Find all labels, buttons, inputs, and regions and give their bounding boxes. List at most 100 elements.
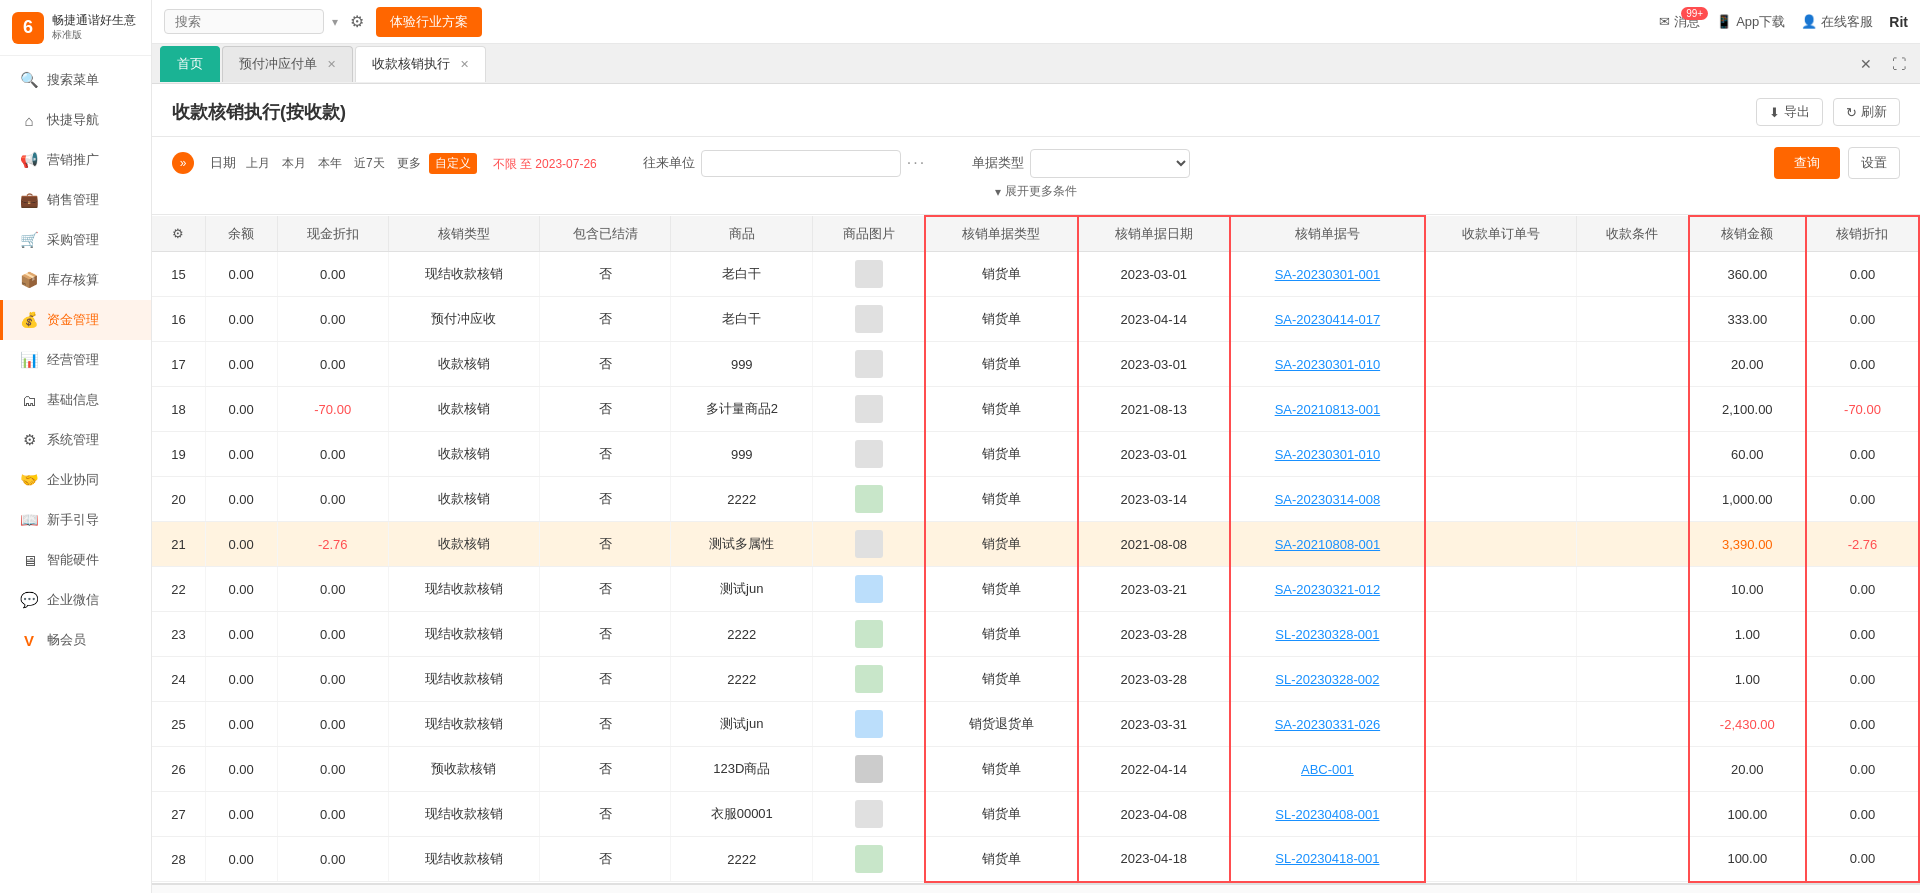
table-row: 17 0.00 0.00 收款核销 否 999 销货单 2023-03-01 S… xyxy=(152,342,1919,387)
filter-row: » 日期 上月 本月 本年 近7天 更多 自定义 不限 至 2023-07-26 xyxy=(172,147,1900,179)
close-window-icon[interactable]: ✕ xyxy=(1854,54,1878,74)
cell-bill-no[interactable]: SA-20210813-001 xyxy=(1230,387,1425,432)
sidebar-item-inventory[interactable]: 📦 库存核算 xyxy=(0,260,151,300)
export-button[interactable]: ⬇ 导出 xyxy=(1756,98,1823,126)
filter-collapse-button[interactable]: » xyxy=(172,152,194,174)
query-button[interactable]: 查询 xyxy=(1774,147,1840,179)
cell-receipt-order-no xyxy=(1425,747,1577,792)
bill-no-link[interactable]: SA-20230414-017 xyxy=(1275,312,1381,327)
date-this-month-btn[interactable]: 本月 xyxy=(278,153,310,174)
sidebar-item-basic[interactable]: 🗂 基础信息 xyxy=(0,380,151,420)
cell-bill-type: 销货退货单 xyxy=(925,702,1078,747)
sidebar-item-search[interactable]: 🔍 搜索菜单 xyxy=(0,60,151,100)
sidebar-item-guide[interactable]: 📖 新手引导 xyxy=(0,500,151,540)
bill-type-select[interactable] xyxy=(1030,149,1190,178)
th-receipt-condition: 收款条件 xyxy=(1576,216,1688,252)
cell-bill-no[interactable]: SL-20230408-001 xyxy=(1230,792,1425,837)
member-icon: V xyxy=(19,630,39,650)
date-this-year-btn[interactable]: 本年 xyxy=(314,153,346,174)
bill-type-label: 单据类型 xyxy=(972,154,1024,172)
cell-bill-no[interactable]: SA-20210808-001 xyxy=(1230,522,1425,567)
cell-bill-no[interactable]: SA-20230414-017 xyxy=(1230,297,1425,342)
finance-icon: 💰 xyxy=(19,310,39,330)
tab-prepay-close[interactable]: ✕ xyxy=(327,58,336,71)
cell-bill-no[interactable]: ABC-001 xyxy=(1230,747,1425,792)
sidebar-item-hardware[interactable]: 🖥 智能硬件 xyxy=(0,540,151,580)
search-icon: 🔍 xyxy=(19,70,39,90)
date-prev-month-btn[interactable]: 上月 xyxy=(242,153,274,174)
tab-home[interactable]: 首页 xyxy=(160,46,220,82)
refresh-button[interactable]: ↻ 刷新 xyxy=(1833,98,1900,126)
cell-balance: 0.00 xyxy=(205,747,277,792)
sidebar-item-marketing[interactable]: 📢 营销推广 xyxy=(0,140,151,180)
bill-no-link[interactable]: SL-20230328-001 xyxy=(1275,627,1379,642)
bill-no-link[interactable]: SA-20230321-012 xyxy=(1275,582,1381,597)
trial-button[interactable]: 体验行业方案 xyxy=(376,7,482,37)
bill-no-link[interactable]: SA-20210813-001 xyxy=(1275,402,1381,417)
table-row: 27 0.00 0.00 现结收款核销 否 衣服00001 销货单 2023-0… xyxy=(152,792,1919,837)
bill-no-link[interactable]: SL-20230328-002 xyxy=(1275,672,1379,687)
th-bill-no: 核销单据号 xyxy=(1230,216,1425,252)
user-name[interactable]: Rit xyxy=(1889,14,1908,30)
table-row: 20 0.00 0.00 收款核销 否 2222 销货单 2023-03-14 … xyxy=(152,477,1919,522)
cell-cancel-amount: 2,100.00 xyxy=(1689,387,1806,432)
cell-cash-discount: 0.00 xyxy=(277,342,388,387)
sidebar-item-member[interactable]: V 畅会员 xyxy=(0,620,151,660)
online-service-button[interactable]: 👤 在线客服 xyxy=(1801,13,1873,31)
app-download-button[interactable]: 📱 App下载 xyxy=(1716,13,1785,31)
sidebar-item-wechat[interactable]: 💬 企业微信 xyxy=(0,580,151,620)
bill-no-link[interactable]: SL-20230418-001 xyxy=(1275,851,1379,866)
counterpart-input[interactable] xyxy=(701,150,901,177)
cell-cash-discount: -2.76 xyxy=(277,522,388,567)
gear-icon[interactable]: ⚙ xyxy=(346,8,368,35)
date-more-btn[interactable]: 更多 xyxy=(393,153,425,174)
bill-no-link[interactable]: ABC-001 xyxy=(1301,762,1354,777)
date-7days-btn[interactable]: 近7天 xyxy=(350,153,389,174)
bill-no-link[interactable]: SA-20230301-010 xyxy=(1275,357,1381,372)
inventory-icon: 📦 xyxy=(19,270,39,290)
filter-dots[interactable]: ··· xyxy=(907,154,926,172)
sidebar-item-shortcut[interactable]: ⌂ 快捷导航 xyxy=(0,100,151,140)
sidebar-item-sales[interactable]: 💼 销售管理 xyxy=(0,180,151,220)
cell-bill-no[interactable]: SL-20230328-001 xyxy=(1230,612,1425,657)
filter-settings-button[interactable]: 设置 xyxy=(1848,147,1900,179)
sidebar-item-purchase[interactable]: 🛒 采购管理 xyxy=(0,220,151,260)
cell-include-cleared: 否 xyxy=(539,612,670,657)
cell-bill-no[interactable]: SA-20230314-008 xyxy=(1230,477,1425,522)
chevron-down-icon[interactable]: ▾ xyxy=(332,15,338,29)
sidebar-item-system[interactable]: ⚙ 系统管理 xyxy=(0,420,151,460)
bill-no-link[interactable]: SA-20230301-001 xyxy=(1275,267,1381,282)
bill-no-link[interactable]: SA-20230331-026 xyxy=(1275,717,1381,732)
bill-no-link[interactable]: SA-20210808-001 xyxy=(1275,537,1381,552)
cell-receipt-order-no xyxy=(1425,387,1577,432)
th-settings[interactable]: ⚙ xyxy=(152,216,205,252)
cell-receipt-order-no xyxy=(1425,837,1577,882)
tab-prepay[interactable]: 预付冲应付单 ✕ xyxy=(222,46,353,82)
cell-bill-no[interactable]: SA-20230301-010 xyxy=(1230,432,1425,477)
sidebar-item-enterprise[interactable]: 🤝 企业协同 xyxy=(0,460,151,500)
sidebar-item-finance[interactable]: 💰 资金管理 xyxy=(0,300,151,340)
topbar-left: ▾ ⚙ 体验行业方案 xyxy=(164,7,1651,37)
cell-bill-no[interactable]: SA-20230301-010 xyxy=(1230,342,1425,387)
sidebar-item-label-shortcut: 快捷导航 xyxy=(47,111,99,129)
date-custom-btn[interactable]: 自定义 xyxy=(429,153,477,174)
cell-cancel-discount: 0.00 xyxy=(1806,837,1919,882)
cell-bill-no[interactable]: SL-20230418-001 xyxy=(1230,837,1425,882)
cell-bill-no[interactable]: SA-20230331-026 xyxy=(1230,702,1425,747)
cell-goods-img xyxy=(813,567,925,612)
sidebar-item-business[interactable]: 📊 经营管理 xyxy=(0,340,151,380)
cell-receipt-condition xyxy=(1576,252,1688,297)
cell-bill-no[interactable]: SA-20230301-001 xyxy=(1230,252,1425,297)
cell-bill-no[interactable]: SA-20230321-012 xyxy=(1230,567,1425,612)
bill-no-link[interactable]: SL-20230408-001 xyxy=(1275,807,1379,822)
tab-collection-close[interactable]: ✕ xyxy=(460,58,469,71)
tab-collection[interactable]: 收款核销执行 ✕ xyxy=(355,46,486,82)
cell-bill-no[interactable]: SL-20230328-002 xyxy=(1230,657,1425,702)
bill-no-link[interactable]: SA-20230314-008 xyxy=(1275,492,1381,507)
topbar-search-input[interactable] xyxy=(164,9,324,34)
cell-id: 16 xyxy=(152,297,205,342)
bill-no-link[interactable]: SA-20230301-010 xyxy=(1275,447,1381,462)
maximize-icon[interactable]: ⛶ xyxy=(1886,54,1912,74)
message-button[interactable]: ✉ 消息 99+ xyxy=(1659,13,1700,31)
expand-conditions-button[interactable]: ▾ 展开更多条件 xyxy=(172,179,1900,204)
